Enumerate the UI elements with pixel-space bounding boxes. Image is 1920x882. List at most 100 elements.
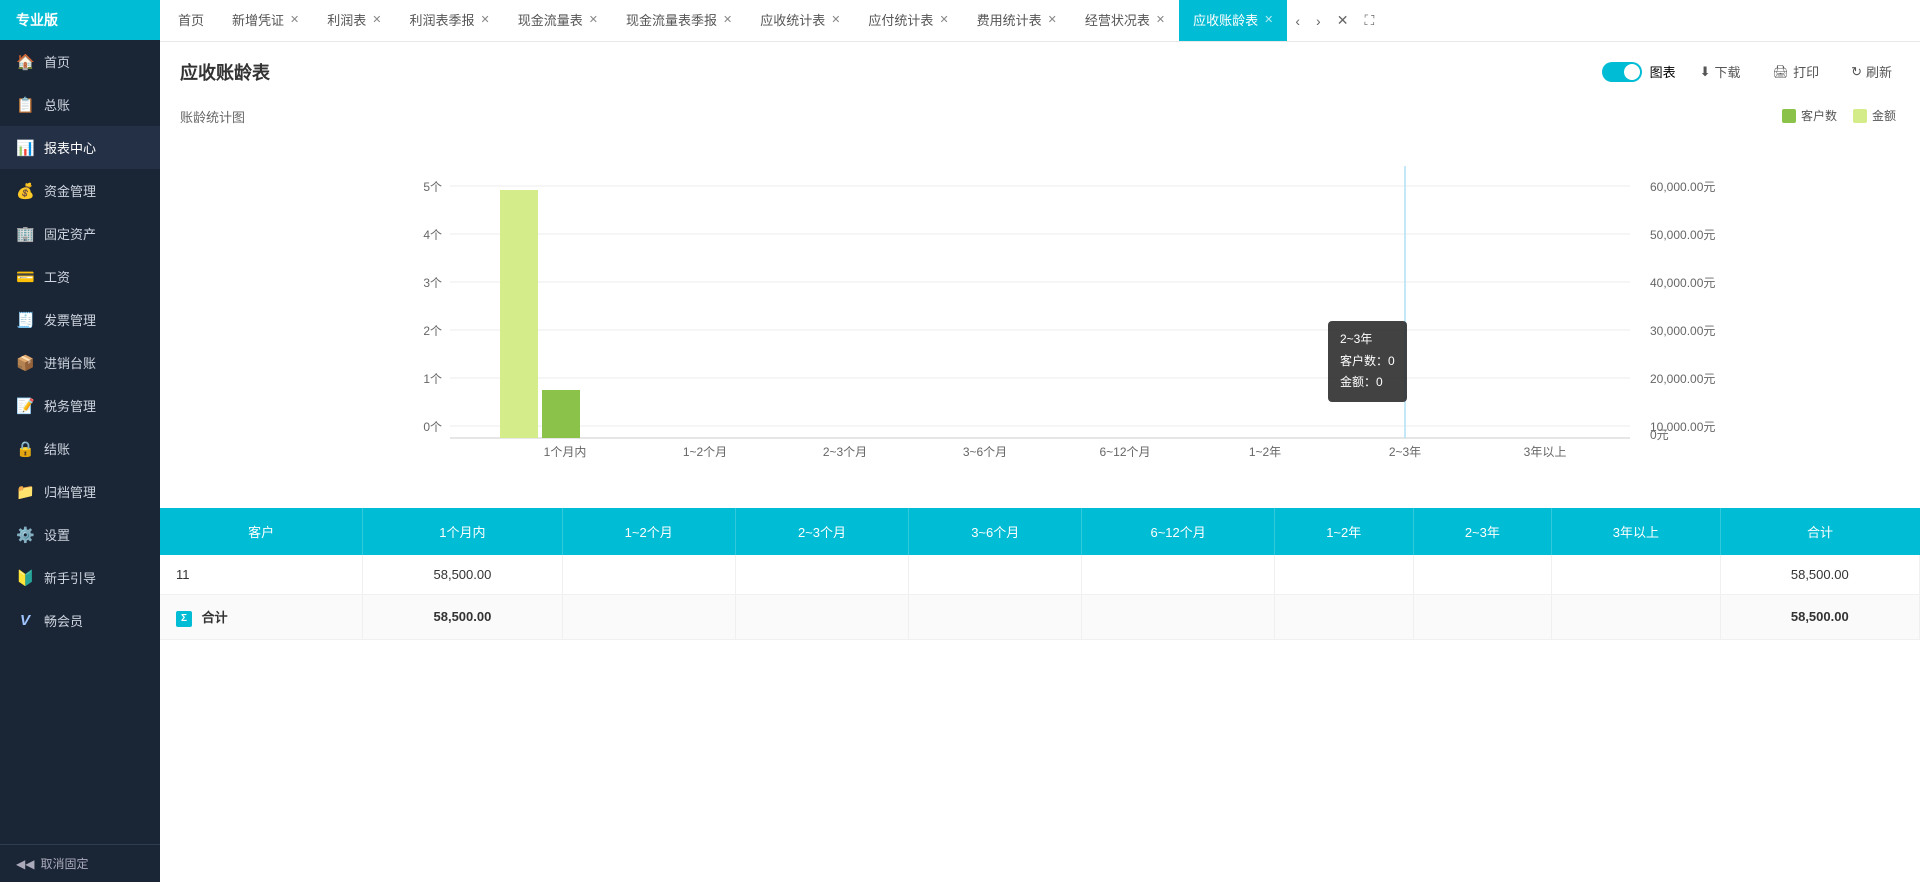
tab-close-icon[interactable]: ✕ — [939, 13, 948, 26]
sidebar-item-label: 报表中心 — [44, 138, 96, 157]
total-m1: 58,500.00 — [363, 595, 562, 640]
sidebar-unpin-button[interactable]: ◀◀ 取消固定 — [0, 844, 160, 882]
legend-customer-label: 客户数 — [1801, 107, 1837, 124]
archive-icon: 📁 — [16, 483, 34, 501]
bar-amount-0 — [500, 190, 538, 438]
col-m1: 1个月内 — [363, 508, 562, 555]
cell-m12 — [562, 555, 735, 595]
print-icon: 🖨 — [1773, 64, 1790, 80]
tab-profit[interactable]: 利润表 ✕ — [313, 0, 395, 41]
sidebar-item-tax[interactable]: 📝 税务管理 — [0, 384, 160, 427]
sidebar-item-label: 归档管理 — [44, 482, 96, 501]
svg-text:3~6个月: 3~6个月 — [963, 445, 1007, 459]
tab-close-icon[interactable]: ✕ — [1264, 13, 1273, 26]
svg-text:20,000.00元: 20,000.00元 — [1650, 372, 1715, 386]
chart-section: 账龄统计图 客户数 金额 5个 4个 3个 2个 1个 — [160, 97, 1920, 496]
refresh-button[interactable]: ↻ 刷新 — [1843, 58, 1900, 85]
tab-new-voucher[interactable]: 新增凭证 ✕ — [218, 0, 313, 41]
sidebar-item-label: 税务管理 — [44, 396, 96, 415]
tab-fullscreen-button[interactable]: ⛶ — [1356, 8, 1382, 33]
sidebar-logo: 专业版 — [0, 0, 160, 40]
sidebar-item-label: 首页 — [44, 52, 70, 71]
tab-close-icon[interactable]: ✕ — [372, 13, 381, 26]
col-m12: 1~2个月 — [562, 508, 735, 555]
sidebar-item-vip[interactable]: V 畅会员 — [0, 599, 160, 642]
svg-text:1个月内: 1个月内 — [544, 445, 587, 459]
total-m12 — [562, 595, 735, 640]
fund-icon: 💰 — [16, 182, 34, 200]
sidebar-item-assets[interactable]: 🏢 固定资产 — [0, 212, 160, 255]
col-m612: 6~12个月 — [1082, 508, 1275, 555]
sidebar-item-label: 畅会员 — [44, 611, 83, 630]
tab-close-icon[interactable]: ✕ — [831, 13, 840, 26]
page-title: 应收账龄表 — [180, 59, 270, 85]
tab-receivable-age[interactable]: 应收账龄表 ✕ — [1179, 0, 1287, 41]
total-m36 — [909, 595, 1082, 640]
col-total: 合计 — [1720, 508, 1919, 555]
svg-text:0元: 0元 — [1650, 428, 1669, 442]
sidebar-item-fund[interactable]: 💰 资金管理 — [0, 169, 160, 212]
cell-m612 — [1082, 555, 1275, 595]
print-button[interactable]: 🖨 打印 — [1765, 58, 1828, 85]
content-area: 应收账龄表 图表 ⬇ 下载 🖨 打印 ↻ 刷新 — [160, 42, 1920, 882]
legend-amount: 金额 — [1853, 107, 1896, 124]
total-y3plus — [1552, 595, 1720, 640]
tab-home[interactable]: 首页 — [164, 0, 218, 41]
legend-amount-dot — [1853, 109, 1867, 123]
sidebar-item-settings[interactable]: ⚙️ 设置 — [0, 513, 160, 556]
chart-title: 账龄统计图 — [180, 107, 1900, 126]
total-y12 — [1274, 595, 1413, 640]
table-section: 客户 1个月内 1~2个月 2~3个月 3~6个月 6~12个月 1~2年 2~… — [160, 508, 1920, 640]
cell-y23 — [1413, 555, 1552, 595]
invoice-icon: 🧾 — [16, 311, 34, 329]
sidebar-item-reports[interactable]: 📊 报表中心 — [0, 126, 160, 169]
tab-close-icon[interactable]: ✕ — [1156, 13, 1165, 26]
col-m23: 2~3个月 — [735, 508, 908, 555]
reports-icon: 📊 — [16, 139, 34, 157]
tab-expense-stat[interactable]: 费用统计表 ✕ — [963, 0, 1071, 41]
tab-cashflow-quarterly[interactable]: 现金流量表季报 ✕ — [612, 0, 746, 41]
ledger-icon: 📋 — [16, 96, 34, 114]
tab-payable-stat[interactable]: 应付统计表 ✕ — [854, 0, 962, 41]
svg-text:2个: 2个 — [423, 324, 442, 338]
sidebar-item-guide[interactable]: 🔰 新手引导 — [0, 556, 160, 599]
tab-scroll-left-button[interactable]: ‹ — [1287, 9, 1308, 33]
svg-text:6~12个月: 6~12个月 — [1099, 445, 1150, 459]
tab-operations[interactable]: 经营状况表 ✕ — [1071, 0, 1179, 41]
sidebar-item-invoice[interactable]: 🧾 发票管理 — [0, 298, 160, 341]
cell-total: 58,500.00 — [1720, 555, 1919, 595]
sidebar-item-close[interactable]: 🔒 结账 — [0, 427, 160, 470]
col-y23: 2~3年 — [1413, 508, 1552, 555]
sidebar-item-label: 设置 — [44, 525, 70, 544]
sidebar-item-purchase[interactable]: 📦 进销台账 — [0, 341, 160, 384]
legend-amount-label: 金额 — [1872, 107, 1896, 124]
tab-close-icon[interactable]: ✕ — [723, 13, 732, 26]
svg-text:0个: 0个 — [423, 420, 442, 434]
tab-profit-quarterly[interactable]: 利润表季报 ✕ — [395, 0, 503, 41]
svg-text:30,000.00元: 30,000.00元 — [1650, 324, 1715, 338]
chart-toggle[interactable] — [1602, 62, 1642, 82]
vip-icon: V — [16, 612, 34, 629]
svg-text:5个: 5个 — [423, 180, 442, 194]
guide-icon: 🔰 — [16, 569, 34, 587]
tab-close-icon[interactable]: ✕ — [290, 13, 299, 26]
tab-close-icon[interactable]: ✕ — [1048, 13, 1057, 26]
svg-text:4个: 4个 — [423, 228, 442, 242]
sidebar-item-archive[interactable]: 📁 归档管理 — [0, 470, 160, 513]
total-icon: Σ — [176, 611, 192, 627]
chart-container: 5个 4个 3个 2个 1个 0个 60,000.00元 50,000.00元 … — [180, 136, 1900, 496]
tab-close-icon[interactable]: ✕ — [481, 13, 490, 26]
table-header-row: 客户 1个月内 1~2个月 2~3个月 3~6个月 6~12个月 1~2年 2~… — [160, 508, 1920, 555]
tab-receivable-stat[interactable]: 应收统计表 ✕ — [746, 0, 854, 41]
sidebar-item-ledger[interactable]: 📋 总账 — [0, 83, 160, 126]
download-button[interactable]: ⬇ 下载 — [1692, 58, 1749, 85]
tab-close-icon[interactable]: ✕ — [589, 13, 598, 26]
page-actions: 图表 ⬇ 下载 🖨 打印 ↻ 刷新 — [1602, 58, 1900, 85]
sidebar: 专业版 🏠 首页 📋 总账 📊 报表中心 💰 资金管理 🏢 固定资产 💳 工资 … — [0, 0, 160, 882]
assets-icon: 🏢 — [16, 225, 34, 243]
sidebar-item-salary[interactable]: 💳 工资 — [0, 255, 160, 298]
sidebar-item-home[interactable]: 🏠 首页 — [0, 40, 160, 83]
tab-scroll-right-button[interactable]: › — [1308, 9, 1329, 33]
tab-close-all-button[interactable]: ✕ — [1329, 8, 1357, 33]
tab-cashflow[interactable]: 现金流量表 ✕ — [504, 0, 612, 41]
